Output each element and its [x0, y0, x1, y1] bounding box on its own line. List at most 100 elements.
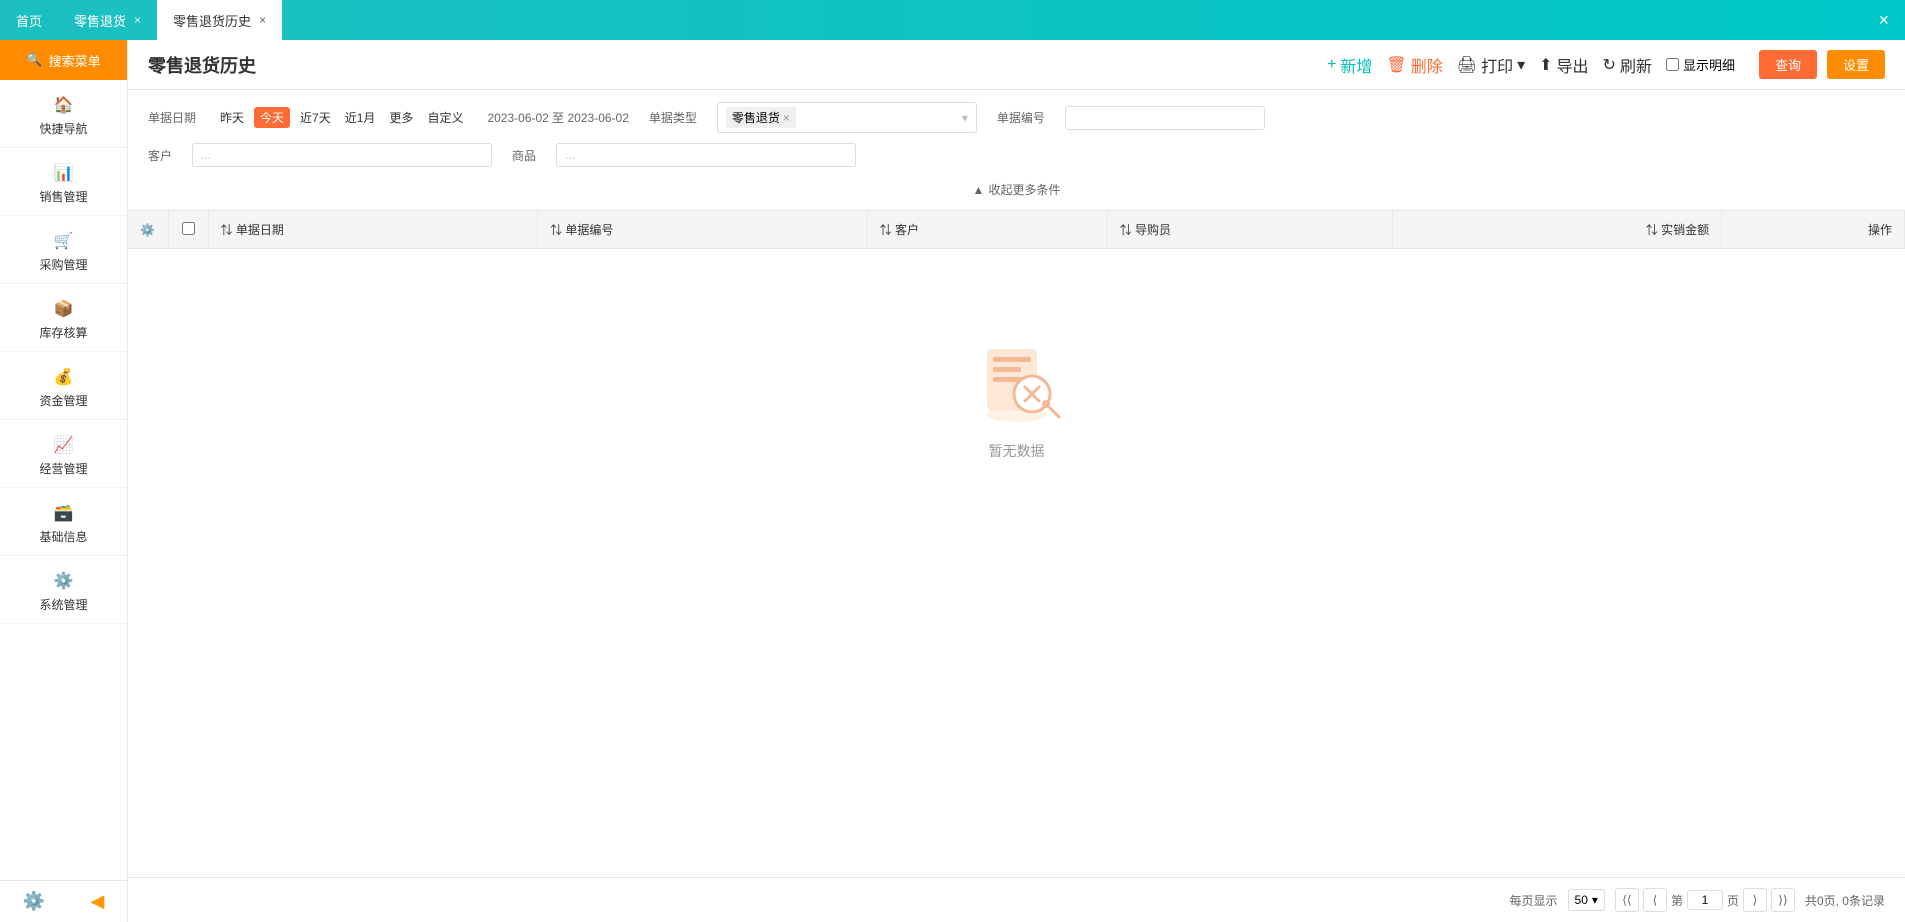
type-tag-value: 零售退货 — [732, 109, 780, 126]
sales-icon: 📊 — [53, 162, 75, 184]
date-opt-7days[interactable]: 近7天 — [296, 107, 335, 128]
customer-filter-label: 客户 — [148, 147, 172, 164]
sidebar-item-basic-info-label: 基础信息 — [39, 528, 87, 545]
query-button[interactable]: 查询 — [1759, 50, 1817, 79]
table-container: ⚙️ ⇅ 单据日期 ⇅ 单据编号 ⇅ 客户 ⇅ 导购员 — [128, 211, 1905, 877]
date-opt-custom[interactable]: 自定义 — [423, 107, 467, 128]
page-prefix-label: 第 — [1671, 892, 1683, 909]
add-button[interactable]: + 新增 — [1327, 53, 1372, 77]
print-button[interactable]: 🖨 打印 ▾ — [1457, 53, 1525, 77]
tab-retail-return[interactable]: 零售退货 × — [58, 0, 157, 40]
export-button[interactable]: ⬆ 导出 — [1539, 53, 1588, 77]
sidebar-item-system-label: 系统管理 — [39, 596, 87, 613]
th-customer[interactable]: ⇅ 客户 — [867, 211, 1107, 249]
sidebar-menu: 🏠 快捷导航 📊 销售管理 🛒 采购管理 📦 库存核算 💰 资金管理 📈 — [0, 80, 127, 880]
pagination-bar: 每页显示 50 ▾ ⟨⟨ ⟨ 第 页 ⟩ ⟩⟩ 共0页, 0条记录 — [128, 877, 1905, 922]
collapse-sidebar-icon[interactable]: ◀ — [90, 891, 104, 912]
content-area: 零售退货历史 + 新增 🗑 删除 🖨 打印 ▾ — [128, 40, 1905, 922]
system-icon: ⚙️ — [53, 570, 75, 592]
type-select-chevron-icon: ▾ — [962, 111, 968, 125]
sidebar-item-basic-info[interactable]: 🗃️ 基础信息 — [0, 488, 127, 556]
add-label: 新增 — [1340, 53, 1372, 77]
collapse-label: 收起更多条件 — [988, 181, 1060, 198]
page-size-selector[interactable]: 50 ▾ — [1568, 889, 1605, 911]
sidebar-item-management[interactable]: 📈 经营管理 — [0, 420, 127, 488]
sidebar-search[interactable]: 🔍 搜索菜单 — [0, 40, 127, 80]
date-opt-yesterday[interactable]: 昨天 — [216, 107, 248, 128]
sidebar-item-sales[interactable]: 📊 销售管理 — [0, 148, 127, 216]
empty-state: 暂无数据 — [128, 249, 1905, 501]
export-icon: ⬆ — [1539, 55, 1552, 75]
finance-icon: 💰 — [53, 366, 75, 388]
basic-info-icon: 🗃️ — [53, 502, 75, 524]
tab-home-label: 首页 — [16, 11, 42, 30]
print-chevron-icon: ▾ — [1517, 55, 1525, 75]
sidebar: 🔍 搜索菜单 🏠 快捷导航 📊 销售管理 🛒 采购管理 📦 库存核算 💰 — [0, 40, 128, 922]
collapse-row: ▲ 收起更多条件 — [148, 177, 1885, 198]
next-page-button[interactable]: ⟩ — [1743, 888, 1767, 912]
select-all-checkbox[interactable] — [182, 222, 195, 235]
main-layout: 🔍 搜索菜单 🏠 快捷导航 📊 销售管理 🛒 采购管理 📦 库存核算 💰 — [0, 40, 1905, 922]
sidebar-item-inventory[interactable]: 📦 库存核算 — [0, 284, 127, 352]
toolbar: + 新增 🗑 删除 🖨 打印 ▾ ⬆ 导出 — [1327, 50, 1885, 79]
window-close-button[interactable]: × — [1862, 10, 1905, 31]
th-checkbox[interactable] — [168, 211, 208, 249]
sidebar-item-finance[interactable]: 💰 资金管理 — [0, 352, 127, 420]
date-filter-label: 单据日期 — [148, 109, 196, 126]
first-page-button[interactable]: ⟨⟨ — [1615, 888, 1639, 912]
page-suffix-label: 页 — [1727, 892, 1739, 909]
management-icon: 📈 — [53, 434, 75, 456]
date-opt-more[interactable]: 更多 — [385, 107, 417, 128]
sidebar-item-quick-nav[interactable]: 🏠 快捷导航 — [0, 80, 127, 148]
prev-page-button[interactable]: ⟨ — [1643, 888, 1667, 912]
page-size-chevron-icon: ▾ — [1592, 893, 1598, 907]
th-voucher[interactable]: ⇅ 单据编号 — [538, 211, 868, 249]
date-opt-1month[interactable]: 近1月 — [341, 107, 380, 128]
type-filter-select[interactable]: 零售退货 × ▾ — [717, 102, 977, 133]
tab-list: 首页 零售退货 × 零售退货历史 × — [0, 0, 1862, 40]
data-table: ⚙️ ⇅ 单据日期 ⇅ 单据编号 ⇅ 客户 ⇅ 导购员 — [128, 211, 1905, 249]
collapse-button[interactable]: ▲ 收起更多条件 — [973, 181, 1061, 198]
tab-home[interactable]: 首页 — [0, 0, 58, 40]
tab-retail-return-label: 零售退货 — [74, 11, 126, 30]
goods-filter-input[interactable]: ... — [556, 143, 856, 167]
top-bar: 首页 零售退货 × 零售退货历史 × × — [0, 0, 1905, 40]
type-tag-remove[interactable]: × — [783, 111, 790, 125]
th-customer-label: ⇅ 客户 — [880, 223, 919, 237]
add-icon: + — [1327, 56, 1336, 74]
th-settings[interactable]: ⚙️ — [128, 211, 168, 249]
filter-row-1: 单据日期 昨天 今天 近7天 近1月 更多 自定义 2023-06-02 至 2… — [148, 102, 1885, 133]
sidebar-item-inventory-label: 库存核算 — [39, 324, 87, 341]
display-detail-checkbox[interactable] — [1666, 58, 1679, 71]
setting-button[interactable]: 设置 — [1827, 50, 1885, 79]
delete-button[interactable]: 🗑 删除 — [1386, 53, 1442, 77]
search-icon: 🔍 — [26, 52, 42, 68]
close-tab-retail-return-history[interactable]: × — [259, 13, 266, 27]
filter-row-2: 客户 ... 商品 ... — [148, 143, 1885, 167]
close-tab-retail-return[interactable]: × — [134, 13, 141, 27]
last-page-button[interactable]: ⟩⟩ — [1771, 888, 1795, 912]
page-header: 零售退货历史 + 新增 🗑 删除 🖨 打印 ▾ — [128, 40, 1905, 90]
inventory-icon: 📦 — [53, 298, 75, 320]
th-guide[interactable]: ⇅ 导购员 — [1107, 211, 1392, 249]
th-guide-label: ⇅ 导购员 — [1120, 223, 1171, 237]
empty-icon — [967, 329, 1067, 429]
date-options: 昨天 今天 近7天 近1月 更多 自定义 — [216, 107, 467, 128]
date-opt-today[interactable]: 今天 — [254, 107, 290, 128]
page-title: 零售退货历史 — [148, 52, 256, 78]
th-amount[interactable]: ⇅ 实销金额 — [1392, 211, 1722, 249]
sidebar-item-system[interactable]: ⚙️ 系统管理 — [0, 556, 127, 624]
sidebar-item-sales-label: 销售管理 — [39, 188, 87, 205]
refresh-button[interactable]: ↻ 刷新 — [1603, 53, 1652, 77]
display-detail-toggle[interactable]: 显示明细 — [1666, 55, 1735, 74]
refresh-icon: ↻ — [1603, 55, 1616, 75]
page-number-input[interactable] — [1687, 890, 1723, 910]
tab-retail-return-history[interactable]: 零售退货历史 × — [157, 0, 282, 40]
home-icon: 🏠 — [53, 94, 75, 116]
voucher-filter-input[interactable] — [1065, 106, 1265, 130]
th-date[interactable]: ⇅ 单据日期 — [208, 211, 538, 249]
voucher-filter-label: 单据编号 — [997, 109, 1045, 126]
sidebar-item-purchase[interactable]: 🛒 采购管理 — [0, 216, 127, 284]
customer-filter-input[interactable]: ... — [192, 143, 492, 167]
settings-bottom-icon[interactable]: ⚙️ — [23, 891, 45, 912]
